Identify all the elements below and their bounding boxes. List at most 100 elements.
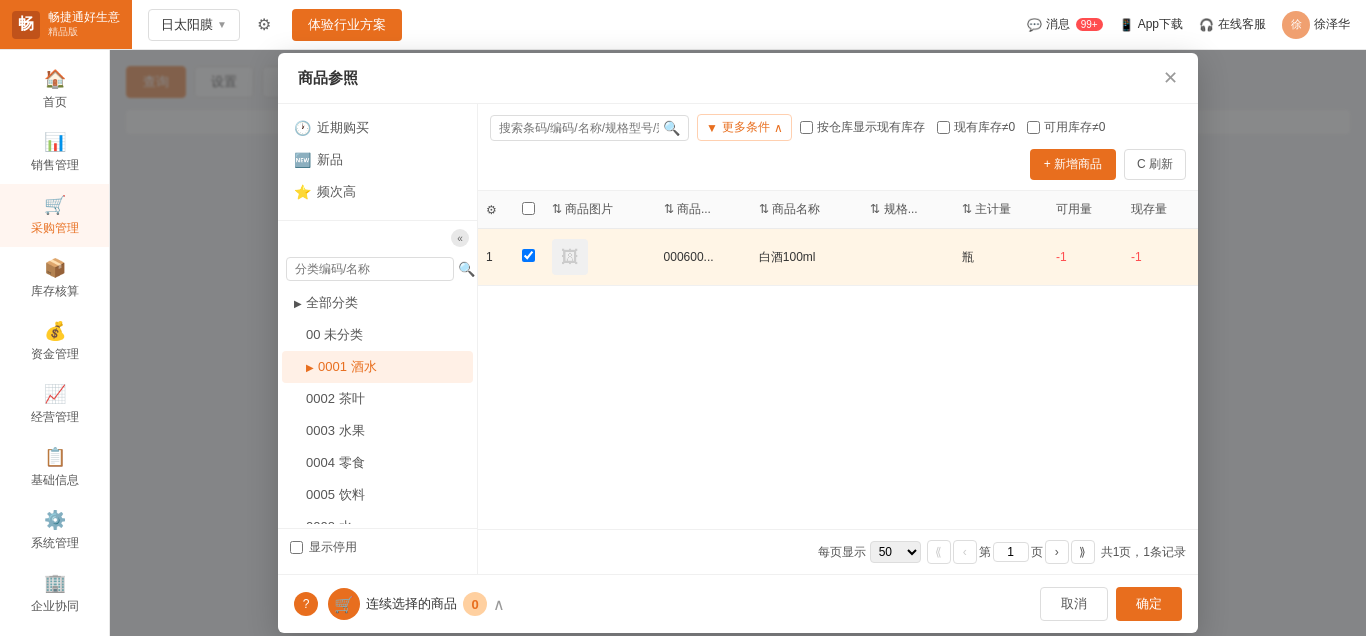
td-row-checkbox [514, 229, 544, 286]
expand-icon: ▶ [294, 298, 302, 309]
cart-icon[interactable]: 🛒 [328, 588, 360, 620]
app-download-label: App下载 [1138, 16, 1183, 33]
toolbar-right: + 新增商品 C 刷新 [1030, 149, 1186, 180]
nav-right: 💬 消息 99+ 📱 App下载 🎧 在线客服 徐 徐泽华 [1027, 11, 1350, 39]
category-search-input[interactable] [286, 257, 454, 281]
filter-label: 更多条件 [722, 119, 770, 136]
online-service-button[interactable]: 🎧 在线客服 [1199, 16, 1266, 33]
td-spec [862, 229, 953, 286]
product-search-input[interactable] [499, 121, 659, 135]
sidebar-item-guide[interactable]: 🎯 新手引导 [0, 625, 109, 636]
shortcut-high-frequency[interactable]: ⭐ 频次高 [286, 176, 469, 208]
page-label: 第 [979, 544, 991, 561]
sidebar-item-system[interactable]: ⚙️ 系统管理 [0, 499, 109, 562]
available-stock-text: 可用库存≠0 [1044, 119, 1105, 136]
sidebar-label-operations: 经营管理 [31, 409, 79, 426]
warehouse-stock-checkbox[interactable] [800, 121, 813, 134]
collapse-panel-button[interactable]: « [451, 229, 469, 247]
category-uncategorized[interactable]: 00 未分类 [282, 319, 473, 351]
cart-count: 0 [463, 592, 487, 616]
modal-title: 商品参照 [298, 69, 358, 88]
nav-store-selector[interactable]: 日太阳膜 ▼ [148, 9, 240, 41]
col-image-sort-icon[interactable]: ⇅ [552, 202, 562, 216]
system-icon: ⚙️ [44, 509, 66, 531]
shortcut-new-product[interactable]: 🆕 新品 [286, 144, 469, 176]
category-search-icon[interactable]: 🔍 [458, 261, 475, 277]
shortcuts-section: 🕐 近期购买 🆕 新品 ⭐ 频次高 [278, 112, 477, 208]
th-image: ⇅ 商品图片 [544, 191, 656, 229]
app-download-button[interactable]: 📱 App下载 [1119, 16, 1183, 33]
category-fruit-label: 0003 水果 [306, 422, 365, 440]
category-liquor[interactable]: ▶ 0001 酒水 [282, 351, 473, 383]
category-beverage[interactable]: 0005 饮料 [282, 479, 473, 511]
sidebar-item-inventory[interactable]: 📦 库存核算 [0, 247, 109, 310]
settings-icon[interactable]: ⚙ [248, 9, 280, 41]
category-water[interactable]: 0008 水 [282, 511, 473, 524]
experience-button[interactable]: 体验行业方案 [292, 9, 402, 41]
warehouse-stock-text: 按仓库显示现有库存 [817, 119, 925, 136]
column-settings-icon[interactable]: ⚙ [486, 203, 497, 217]
sidebar-item-sales[interactable]: 📊 销售管理 [0, 121, 109, 184]
cancel-button[interactable]: 取消 [1040, 587, 1108, 621]
show-disabled-section: 显示停用 [278, 528, 477, 566]
sidebar-label-enterprise: 企业协同 [31, 598, 79, 615]
col-code-sort-icon[interactable]: ⇅ [664, 202, 674, 216]
product-search-icon[interactable]: 🔍 [663, 120, 680, 136]
category-snacks-label: 0004 零食 [306, 454, 365, 472]
last-page-button[interactable]: ⟫ [1071, 540, 1095, 564]
first-page-button[interactable]: ⟪ [927, 540, 951, 564]
online-service-label: 在线客服 [1218, 16, 1266, 33]
show-disabled-label[interactable]: 显示停用 [309, 539, 357, 556]
select-all-checkbox[interactable] [522, 202, 535, 215]
prev-page-button[interactable]: ‹ [953, 540, 977, 564]
current-stock-checkbox[interactable] [937, 121, 950, 134]
table-row[interactable]: 1 🖼 000600... [478, 229, 1198, 286]
page-size-select[interactable]: 50 10 20 100 [870, 541, 921, 563]
filter-collapse-icon: ∧ [774, 121, 783, 135]
home-icon: 🏠 [44, 68, 66, 90]
sidebar-item-basic-info[interactable]: 📋 基础信息 [0, 436, 109, 499]
td-image: 🖼 [544, 229, 656, 286]
footer-collapse-icon[interactable]: ∧ [493, 595, 505, 614]
modal-close-button[interactable]: ✕ [1163, 67, 1178, 89]
row-checkbox[interactable] [522, 249, 535, 262]
col-unit-sort-icon[interactable]: ⇅ [962, 202, 972, 216]
shortcut-recent-purchase[interactable]: 🕐 近期购买 [286, 112, 469, 144]
category-fruit[interactable]: 0003 水果 [282, 415, 473, 447]
main-layout: 🏠 首页 📊 销售管理 🛒 采购管理 📦 库存核算 💰 资金管理 📈 经营管理 … [0, 50, 1366, 636]
th-unit: ⇅ 主计量 [954, 191, 1048, 229]
user-profile[interactable]: 徐 徐泽华 [1282, 11, 1350, 39]
messages-button[interactable]: 💬 消息 99+ [1027, 16, 1103, 33]
th-available: 可用量 [1048, 191, 1123, 229]
logo-sub: 精品版 [48, 25, 120, 39]
product-thumbnail: 🖼 [552, 239, 588, 275]
modal-header: 商品参照 ✕ [278, 53, 1198, 104]
sidebar-item-home[interactable]: 🏠 首页 [0, 58, 109, 121]
sidebar: 🏠 首页 📊 销售管理 🛒 采购管理 📦 库存核算 💰 资金管理 📈 经营管理 … [0, 50, 110, 636]
confirm-button[interactable]: 确定 [1116, 587, 1182, 621]
page-number-input[interactable] [993, 542, 1029, 562]
shortcut-freq-label: 频次高 [317, 183, 356, 201]
sidebar-item-enterprise[interactable]: 🏢 企业协同 [0, 562, 109, 625]
current-stock-label[interactable]: 现有库存≠0 [937, 119, 1015, 136]
available-stock-label[interactable]: 可用库存≠0 [1027, 119, 1105, 136]
sidebar-item-operations[interactable]: 📈 经营管理 [0, 373, 109, 436]
sidebar-label-basic: 基础信息 [31, 472, 79, 489]
help-button[interactable]: ? [294, 592, 318, 616]
category-all[interactable]: ▶ 全部分类 [282, 287, 473, 319]
category-snacks[interactable]: 0004 零食 [282, 447, 473, 479]
show-disabled-checkbox[interactable] [290, 541, 303, 554]
sidebar-item-finance[interactable]: 💰 资金管理 [0, 310, 109, 373]
next-page-button[interactable]: › [1045, 540, 1069, 564]
col-spec-sort-icon[interactable]: ⇅ [870, 202, 880, 216]
refresh-button[interactable]: C 刷新 [1124, 149, 1186, 180]
sidebar-item-purchase[interactable]: 🛒 采购管理 [0, 184, 109, 247]
th-spec: ⇅ 规格... [862, 191, 953, 229]
warehouse-stock-label[interactable]: 按仓库显示现有库存 [800, 119, 925, 136]
finance-icon: 💰 [44, 320, 66, 342]
add-product-button[interactable]: + 新增商品 [1030, 149, 1116, 180]
more-filters-button[interactable]: ▼ 更多条件 ∧ [697, 114, 792, 141]
category-tea[interactable]: 0002 茶叶 [282, 383, 473, 415]
col-name-sort-icon[interactable]: ⇅ [759, 202, 769, 216]
available-stock-checkbox[interactable] [1027, 121, 1040, 134]
